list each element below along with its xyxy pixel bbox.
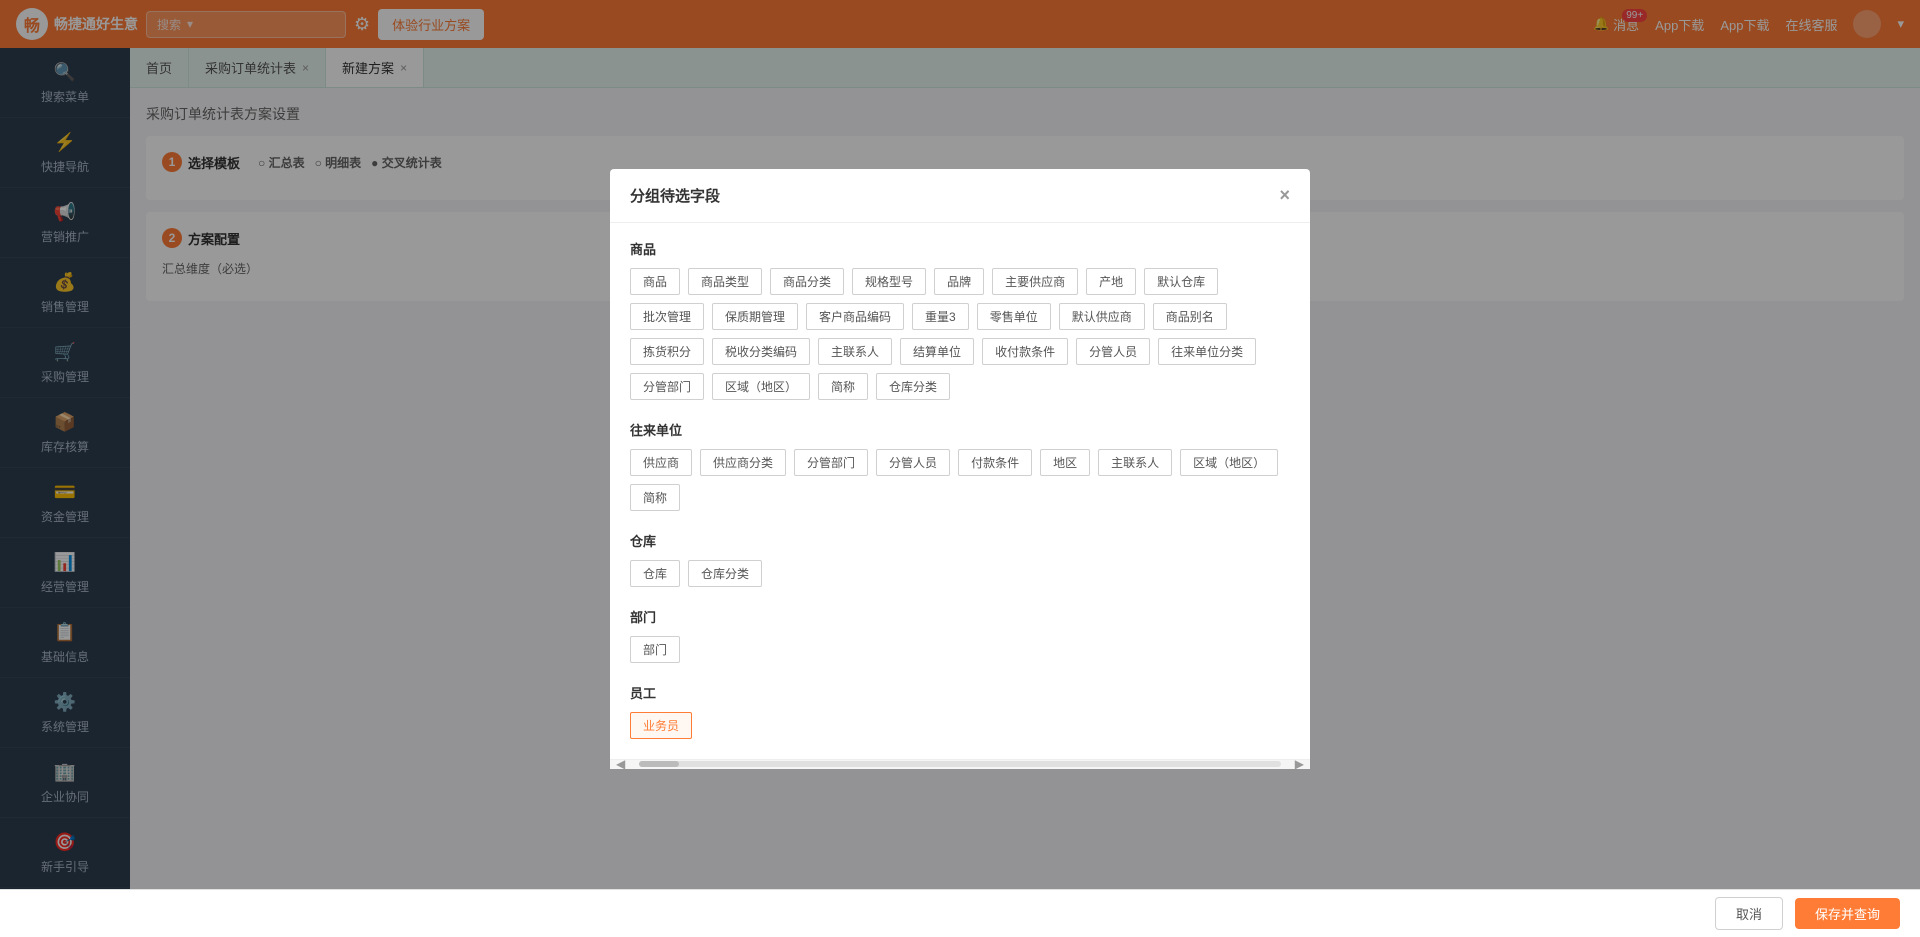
partner-section-title: 往来单位 [630, 420, 1290, 439]
cancel-button[interactable]: 取消 [1715, 897, 1783, 930]
warehouse-section-title: 仓库 [630, 531, 1290, 550]
department-section-title: 部门 [630, 607, 1290, 626]
field-tag[interactable]: 重量3 [912, 303, 969, 330]
warehouse-section: 仓库 仓库 仓库分类 [630, 531, 1290, 587]
field-tag[interactable]: 付款条件 [958, 449, 1032, 476]
department-field-grid: 部门 [630, 636, 1290, 663]
bottom-toolbar: 取消 保存并查询 [0, 889, 1920, 937]
goods-field-grid: 商品 商品类型 商品分类 规格型号 品牌 主要供应商 产地 默认仓库 批次管理 … [630, 268, 1290, 400]
field-tag[interactable]: 简称 [630, 484, 680, 511]
field-tag[interactable]: 税收分类编码 [712, 338, 810, 365]
field-tag[interactable]: 仓库分类 [688, 560, 762, 587]
modal-horizontal-scrollbar[interactable]: ◀ ▶ [610, 759, 1310, 769]
field-tag[interactable]: 简称 [818, 373, 868, 400]
partner-field-grid: 供应商 供应商分类 分管部门 分管人员 付款条件 地区 主联系人 区域（地区） … [630, 449, 1290, 511]
hscroll-thumb[interactable] [639, 761, 679, 767]
field-tag[interactable]: 默认仓库 [1144, 268, 1218, 295]
field-tag[interactable]: 默认供应商 [1059, 303, 1145, 330]
field-tag[interactable]: 供应商 [630, 449, 692, 476]
field-tag[interactable]: 往来单位分类 [1158, 338, 1256, 365]
field-tag[interactable]: 商品 [630, 268, 680, 295]
field-tag[interactable]: 批次管理 [630, 303, 704, 330]
field-tag[interactable]: 供应商分类 [700, 449, 786, 476]
field-tag[interactable]: 仓库分类 [876, 373, 950, 400]
field-tag[interactable]: 主联系人 [818, 338, 892, 365]
field-tag[interactable]: 客户商品编码 [806, 303, 904, 330]
warehouse-field-grid: 仓库 仓库分类 [630, 560, 1290, 587]
field-tag[interactable]: 收付款条件 [982, 338, 1068, 365]
modal-title: 分组待选字段 [630, 185, 720, 206]
field-tag-staff[interactable]: 业务员 [630, 712, 692, 739]
staff-section: 员工 业务员 [630, 683, 1290, 739]
goods-section: 商品 商品 商品类型 商品分类 规格型号 品牌 主要供应商 产地 默认仓库 批次… [630, 239, 1290, 400]
field-tag[interactable]: 保质期管理 [712, 303, 798, 330]
field-tag[interactable]: 分管人员 [876, 449, 950, 476]
hscroll-track [639, 761, 1281, 767]
field-tag[interactable]: 分管人员 [1076, 338, 1150, 365]
field-tag[interactable]: 商品分类 [770, 268, 844, 295]
field-tag[interactable]: 主联系人 [1098, 449, 1172, 476]
field-tag[interactable]: 区域（地区） [712, 373, 810, 400]
modal-header: 分组待选字段 × [610, 169, 1310, 223]
scroll-right-icon[interactable]: ▶ [1289, 757, 1310, 771]
department-section: 部门 部门 [630, 607, 1290, 663]
field-selection-modal: 分组待选字段 × 商品 商品 商品类型 商品分类 规格型号 品牌 主要供应商 产… [610, 169, 1310, 769]
field-tag[interactable]: 仓库 [630, 560, 680, 587]
field-tag[interactable]: 部门 [630, 636, 680, 663]
field-tag[interactable]: 分管部门 [794, 449, 868, 476]
field-tag[interactable]: 主要供应商 [992, 268, 1078, 295]
field-tag[interactable]: 区域（地区） [1180, 449, 1278, 476]
field-tag[interactable]: 商品别名 [1153, 303, 1227, 330]
modal-close-button[interactable]: × [1279, 186, 1290, 204]
field-tag[interactable]: 规格型号 [852, 268, 926, 295]
modal-body: 商品 商品 商品类型 商品分类 规格型号 品牌 主要供应商 产地 默认仓库 批次… [610, 223, 1310, 759]
field-tag[interactable]: 零售单位 [977, 303, 1051, 330]
staff-section-title: 员工 [630, 683, 1290, 702]
scroll-left-icon[interactable]: ◀ [610, 757, 631, 771]
save-query-button[interactable]: 保存并查询 [1795, 898, 1900, 929]
partner-section: 往来单位 供应商 供应商分类 分管部门 分管人员 付款条件 地区 主联系人 区域… [630, 420, 1290, 511]
staff-field-grid: 业务员 [630, 712, 1290, 739]
field-tag[interactable]: 品牌 [934, 268, 984, 295]
field-tag[interactable]: 结算单位 [900, 338, 974, 365]
modal-overlay: 分组待选字段 × 商品 商品 商品类型 商品分类 规格型号 品牌 主要供应商 产… [0, 0, 1920, 937]
field-tag[interactable]: 产地 [1086, 268, 1136, 295]
field-tag[interactable]: 商品类型 [688, 268, 762, 295]
field-tag[interactable]: 地区 [1040, 449, 1090, 476]
goods-section-title: 商品 [630, 239, 1290, 258]
field-tag[interactable]: 分管部门 [630, 373, 704, 400]
field-tag[interactable]: 拣货积分 [630, 338, 704, 365]
